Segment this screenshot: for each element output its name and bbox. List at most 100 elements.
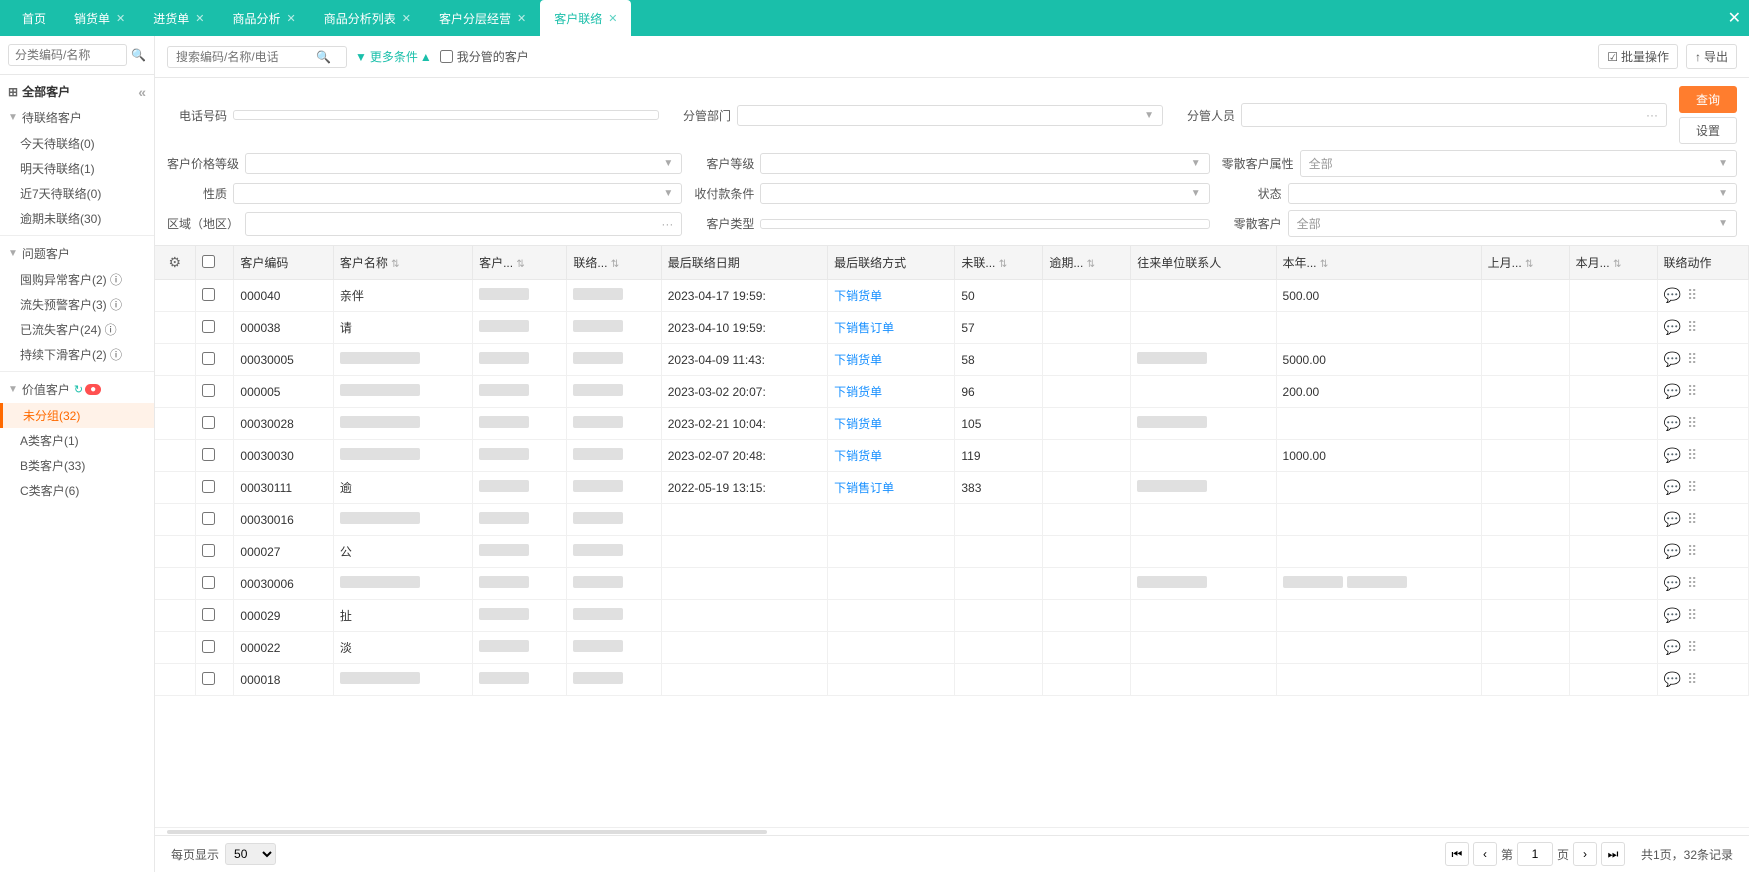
sidebar-item-churned[interactable]: 已流失客户(24) ⓘ <box>0 317 154 342</box>
row-checkbox[interactable] <box>202 576 215 589</box>
sort-icon-3[interactable]: ⇅ <box>611 259 619 270</box>
row-checkbox-cell[interactable] <box>195 344 234 376</box>
more-action-icon[interactable]: ⠿ <box>1687 511 1697 528</box>
chat-icon[interactable]: 💬 <box>1664 447 1681 464</box>
method-link[interactable]: 下销售订单 <box>834 481 894 495</box>
row-checkbox-cell[interactable] <box>195 568 234 600</box>
chat-icon[interactable]: 💬 <box>1664 287 1681 304</box>
row-checkbox-cell[interactable] <box>195 536 234 568</box>
sort-icon-7[interactable]: ⇅ <box>1525 259 1533 270</box>
sidebar-item-class-b[interactable]: B类客户(33) <box>0 453 154 478</box>
phone-input[interactable] <box>233 110 659 120</box>
nav-home[interactable]: 首页 <box>8 0 60 36</box>
row-checkbox-cell[interactable] <box>195 664 234 696</box>
payment-input[interactable]: ▼ <box>760 183 1209 204</box>
chat-icon[interactable]: 💬 <box>1664 415 1681 432</box>
nav-customer-segmentation-close[interactable]: ✕ <box>517 12 526 25</box>
nav-product-analysis-list[interactable]: 商品分析列表 ✕ <box>310 0 425 36</box>
more-action-icon[interactable]: ⠿ <box>1687 415 1697 432</box>
refresh-icon[interactable]: ↻ <box>74 383 83 396</box>
nav-product-analysis-close[interactable]: ✕ <box>287 12 296 25</box>
sidebar-group-problem[interactable]: ▼ 问题客户 <box>0 240 154 267</box>
sidebar-group-pending[interactable]: ▼ 待联络客户 <box>0 104 154 131</box>
price-level-input[interactable]: ▼ <box>245 153 682 174</box>
chat-icon[interactable]: 💬 <box>1664 351 1681 368</box>
sidebar-item-declining[interactable]: 持续下滑客户(2) ⓘ <box>0 342 154 367</box>
first-page-btn[interactable]: ⏮ <box>1445 842 1469 866</box>
nav-sales-order-close[interactable]: ✕ <box>116 12 125 25</box>
method-link[interactable]: 下销售订单 <box>834 321 894 335</box>
nav-customer-segmentation[interactable]: 客户分层经营 ✕ <box>425 0 540 36</box>
more-action-icon[interactable]: ⠿ <box>1687 351 1697 368</box>
sidebar-search-input[interactable] <box>8 44 127 66</box>
dept-input[interactable]: ▼ <box>737 105 1163 126</box>
all-customers-header[interactable]: ⊞ 全部客户 « <box>0 75 154 104</box>
sidebar-item-overdue-pending[interactable]: 逾期未联络(30) <box>0 206 154 231</box>
horizontal-scrollbar[interactable] <box>155 827 1749 835</box>
sort-icon-8[interactable]: ⇅ <box>1613 259 1621 270</box>
sort-icon-2[interactable]: ⇅ <box>516 259 524 270</box>
chat-icon[interactable]: 💬 <box>1664 543 1681 560</box>
my-customers-check[interactable]: 我分管的客户 <box>440 48 529 65</box>
row-checkbox-cell[interactable] <box>195 280 234 312</box>
nav-customer-contact[interactable]: 客户联络 ✕ <box>540 0 631 36</box>
row-checkbox[interactable] <box>202 448 215 461</box>
more-action-icon[interactable]: ⠿ <box>1687 575 1697 592</box>
row-checkbox[interactable] <box>202 608 215 621</box>
customer-type-input[interactable] <box>760 219 1209 229</box>
row-checkbox[interactable] <box>202 384 215 397</box>
status-input[interactable]: ▼ <box>1288 183 1737 204</box>
nav-purchase-order-close[interactable]: ✕ <box>195 12 204 25</box>
main-search-input[interactable] <box>176 50 316 64</box>
chat-icon[interactable]: 💬 <box>1664 639 1681 656</box>
scrollbar-thumb[interactable] <box>167 830 767 834</box>
nav-product-analysis-list-close[interactable]: ✕ <box>402 12 411 25</box>
nav-purchase-order[interactable]: 进货单 ✕ <box>139 0 218 36</box>
method-link[interactable]: 下销货单 <box>834 385 882 399</box>
sidebar-item-class-c[interactable]: C类客户(6) <box>0 478 154 503</box>
last-page-btn[interactable]: ⏭ <box>1601 842 1625 866</box>
region-more-icon[interactable]: ··· <box>661 217 673 231</box>
row-checkbox[interactable] <box>202 320 215 333</box>
row-checkbox[interactable] <box>202 512 215 525</box>
chat-icon[interactable]: 💬 <box>1664 479 1681 496</box>
row-checkbox[interactable] <box>202 672 215 685</box>
more-action-icon[interactable]: ⠿ <box>1687 671 1697 688</box>
row-checkbox-cell[interactable] <box>195 504 234 536</box>
sidebar-item-7days-pending[interactable]: 近7天待联络(0) <box>0 181 154 206</box>
close-all-tabs[interactable]: ✕ <box>1728 8 1741 28</box>
sidebar-item-class-a[interactable]: A类客户(1) <box>0 428 154 453</box>
sidebar-collapse-btn[interactable]: « <box>138 84 146 100</box>
sort-icon[interactable]: ⇅ <box>391 259 399 270</box>
manager-input[interactable]: ··· <box>1241 103 1667 127</box>
row-checkbox[interactable] <box>202 352 215 365</box>
sort-icon-5[interactable]: ⇅ <box>1087 259 1095 270</box>
more-action-icon[interactable]: ⠿ <box>1687 319 1697 336</box>
nav-customer-contact-close[interactable]: ✕ <box>608 12 617 25</box>
export-btn[interactable]: ↑ 导出 <box>1686 44 1737 69</box>
chat-icon[interactable]: 💬 <box>1664 671 1681 688</box>
zero-customer-input[interactable]: 全部▼ <box>1288 210 1737 237</box>
row-checkbox[interactable] <box>202 640 215 653</box>
chat-icon[interactable]: 💬 <box>1664 383 1681 400</box>
batch-operation-btn[interactable]: ☑ 批量操作 <box>1598 44 1678 69</box>
more-action-icon[interactable]: ⠿ <box>1687 287 1697 304</box>
chat-icon[interactable]: 💬 <box>1664 575 1681 592</box>
checkbox-col-header[interactable] <box>195 246 234 280</box>
more-action-icon[interactable]: ⠿ <box>1687 383 1697 400</box>
more-action-icon[interactable]: ⠿ <box>1687 639 1697 656</box>
row-checkbox-cell[interactable] <box>195 312 234 344</box>
nav-product-analysis[interactable]: 商品分析 ✕ <box>218 0 309 36</box>
chat-icon[interactable]: 💬 <box>1664 511 1681 528</box>
method-link[interactable]: 下销货单 <box>834 289 882 303</box>
sidebar-search-icon[interactable]: 🔍 <box>131 48 146 62</box>
page-number-input[interactable] <box>1517 842 1553 866</box>
more-action-icon[interactable]: ⠿ <box>1687 543 1697 560</box>
more-action-icon[interactable]: ⠿ <box>1687 447 1697 464</box>
select-all-checkbox[interactable] <box>202 255 215 268</box>
reset-button[interactable]: 设置 <box>1679 117 1737 144</box>
row-checkbox[interactable] <box>202 544 215 557</box>
next-page-btn[interactable]: › <box>1573 842 1597 866</box>
sidebar-group-value[interactable]: ▼ 价值客户 ↻ ● <box>0 376 154 403</box>
sort-icon-6[interactable]: ⇅ <box>1320 259 1328 270</box>
